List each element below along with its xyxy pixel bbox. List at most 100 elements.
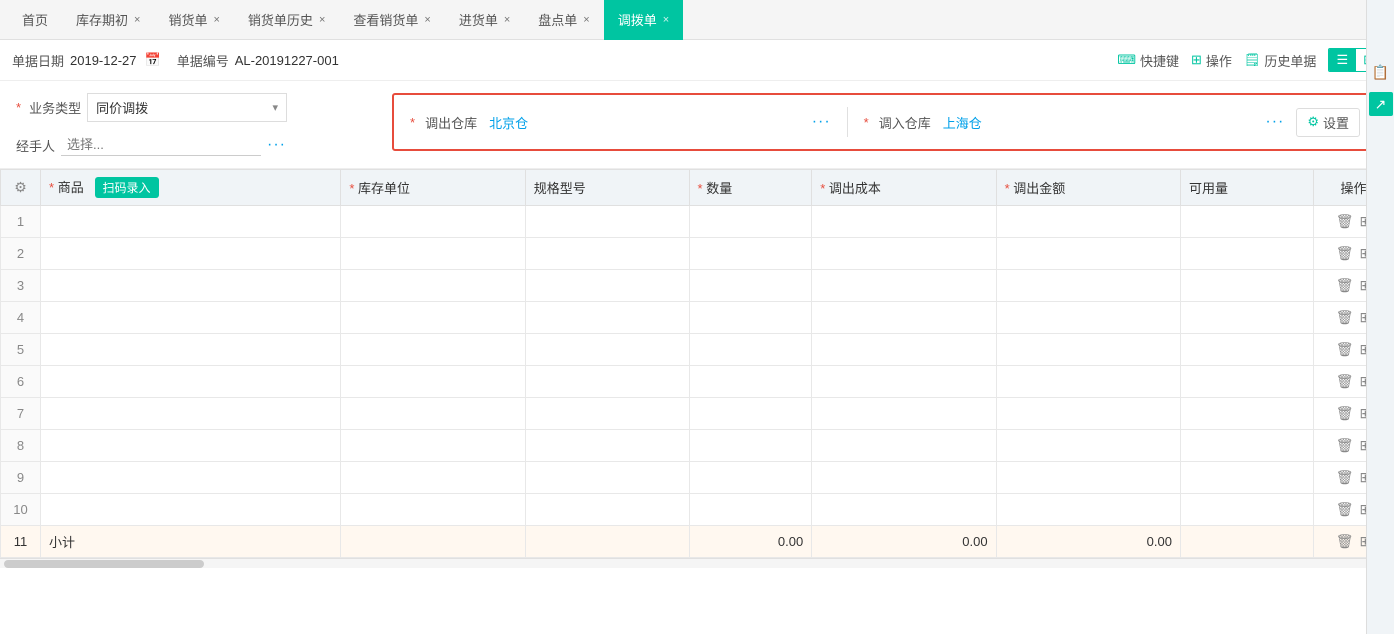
cell-available-2[interactable] [1180, 238, 1313, 270]
delete-icon-2[interactable]: 🗑 [1336, 245, 1354, 262]
list-view-button[interactable]: ☰ [1329, 49, 1356, 71]
cell-qty-1[interactable] [689, 206, 812, 238]
cell-available-1[interactable] [1180, 206, 1313, 238]
cell-amount-5[interactable] [996, 334, 1180, 366]
cell-spec-9[interactable] [525, 462, 689, 494]
cell-unit-4[interactable] [341, 302, 525, 334]
cell-qty-5[interactable] [689, 334, 812, 366]
scan-input-button[interactable]: 扫码录入 [95, 177, 159, 198]
tab-purchase-order-close[interactable]: × [504, 14, 510, 26]
cell-available-11[interactable] [1180, 526, 1313, 558]
cell-cost-3[interactable] [812, 270, 996, 302]
cell-amount-1[interactable] [996, 206, 1180, 238]
delete-icon-7[interactable]: 🗑 [1336, 405, 1354, 422]
delete-icon-6[interactable]: 🗑 [1336, 373, 1354, 390]
tab-view-sales-close[interactable]: × [424, 14, 430, 26]
cell-unit-10[interactable] [341, 494, 525, 526]
cell-qty-10[interactable] [689, 494, 812, 526]
cell-cost-8[interactable] [812, 430, 996, 462]
cell-spec-4[interactable] [525, 302, 689, 334]
cell-spec-2[interactable] [525, 238, 689, 270]
cell-cost-10[interactable] [812, 494, 996, 526]
operations-button[interactable]: ⊞ 操作 [1191, 51, 1232, 70]
cell-unit-2[interactable] [341, 238, 525, 270]
cell-available-6[interactable] [1180, 366, 1313, 398]
cell-cost-9[interactable] [812, 462, 996, 494]
cell-product-4[interactable] [41, 302, 341, 334]
cell-product-1[interactable] [41, 206, 341, 238]
cell-amount-2[interactable] [996, 238, 1180, 270]
cell-unit-3[interactable] [341, 270, 525, 302]
cell-product-6[interactable] [41, 366, 341, 398]
delete-icon-11[interactable]: 🗑 [1336, 533, 1354, 550]
sidebar-expand-icon[interactable]: ↗ [1369, 92, 1393, 116]
horizontal-scrollbar[interactable] [0, 558, 1394, 568]
tab-sales-history-close[interactable]: × [319, 14, 325, 26]
handler-input[interactable] [61, 134, 261, 156]
cell-amount-6[interactable] [996, 366, 1180, 398]
cell-unit-9[interactable] [341, 462, 525, 494]
warehouse-out-more-button[interactable]: ··· [812, 113, 831, 131]
cell-amount-11[interactable]: 0.00 [996, 526, 1180, 558]
cell-available-3[interactable] [1180, 270, 1313, 302]
cell-available-10[interactable] [1180, 494, 1313, 526]
cell-available-5[interactable] [1180, 334, 1313, 366]
cell-unit-6[interactable] [341, 366, 525, 398]
cell-qty-8[interactable] [689, 430, 812, 462]
cell-product-2[interactable] [41, 238, 341, 270]
business-type-select[interactable]: 同价调拨 ▾ [87, 93, 287, 122]
cell-cost-7[interactable] [812, 398, 996, 430]
delete-icon-5[interactable]: 🗑 [1336, 341, 1354, 358]
cell-product-3[interactable] [41, 270, 341, 302]
tab-purchase-order[interactable]: 进货单 × [445, 0, 524, 40]
cell-qty-7[interactable] [689, 398, 812, 430]
tab-sales-order[interactable]: 销货单 × [154, 0, 233, 40]
cell-available-7[interactable] [1180, 398, 1313, 430]
cell-product-10[interactable] [41, 494, 341, 526]
cell-available-9[interactable] [1180, 462, 1313, 494]
warehouse-out-value[interactable]: 北京仓 [489, 113, 528, 132]
date-value[interactable]: 2019-12-27 [70, 53, 137, 68]
cell-amount-8[interactable] [996, 430, 1180, 462]
cell-spec-3[interactable] [525, 270, 689, 302]
cell-spec-11[interactable] [525, 526, 689, 558]
cell-qty-2[interactable] [689, 238, 812, 270]
cell-cost-6[interactable] [812, 366, 996, 398]
tab-view-sales[interactable]: 查看销货单 × [339, 0, 444, 40]
cell-cost-1[interactable] [812, 206, 996, 238]
tab-transfer-order-close[interactable]: × [663, 14, 669, 26]
cell-unit-7[interactable] [341, 398, 525, 430]
cell-amount-4[interactable] [996, 302, 1180, 334]
tab-inventory-init[interactable]: 库存期初 × [62, 0, 154, 40]
sidebar-doc-icon[interactable]: 📋 [1369, 60, 1393, 84]
tab-transfer-order[interactable]: 调拨单 × [604, 0, 683, 40]
cell-qty-11[interactable]: 0.00 [689, 526, 812, 558]
tab-inventory-check[interactable]: 盘点单 × [524, 0, 603, 40]
cell-qty-3[interactable] [689, 270, 812, 302]
delete-icon-4[interactable]: 🗑 [1336, 309, 1354, 326]
tab-inventory-init-close[interactable]: × [134, 14, 140, 26]
shortcut-key-button[interactable]: ⌨ 快捷键 [1117, 51, 1179, 70]
cell-spec-5[interactable] [525, 334, 689, 366]
calendar-icon[interactable]: 📅 [145, 52, 161, 68]
tab-sales-order-close[interactable]: × [213, 14, 219, 26]
cell-product-11[interactable]: 小计 [41, 526, 341, 558]
tab-sales-history[interactable]: 销货单历史 × [234, 0, 339, 40]
delete-icon-9[interactable]: 🗑 [1336, 469, 1354, 486]
cell-amount-10[interactable] [996, 494, 1180, 526]
handler-more-button[interactable]: ··· [267, 136, 286, 154]
cell-product-7[interactable] [41, 398, 341, 430]
cell-amount-3[interactable] [996, 270, 1180, 302]
cell-spec-6[interactable] [525, 366, 689, 398]
cell-unit-11[interactable] [341, 526, 525, 558]
cell-unit-8[interactable] [341, 430, 525, 462]
cell-unit-5[interactable] [341, 334, 525, 366]
cell-qty-6[interactable] [689, 366, 812, 398]
warehouse-in-more-button[interactable]: ··· [1265, 113, 1284, 131]
history-button[interactable]: 🗒 历史单据 [1244, 51, 1317, 70]
cell-product-8[interactable] [41, 430, 341, 462]
tab-inventory-check-close[interactable]: × [583, 14, 589, 26]
cell-spec-10[interactable] [525, 494, 689, 526]
cell-cost-4[interactable] [812, 302, 996, 334]
cell-spec-8[interactable] [525, 430, 689, 462]
